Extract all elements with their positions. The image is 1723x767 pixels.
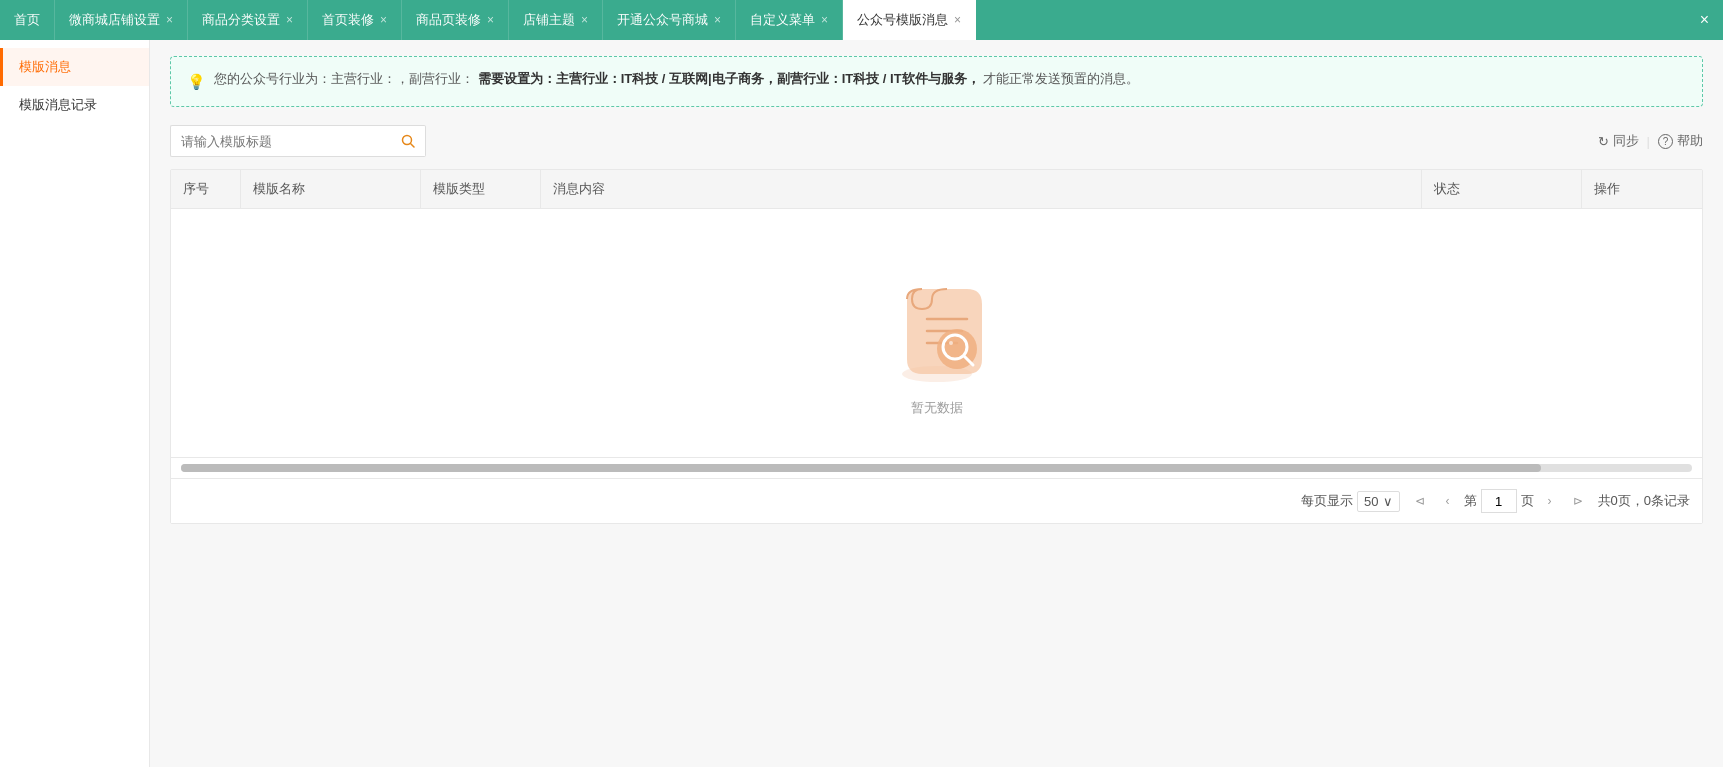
th-name: 模版名称 (241, 170, 421, 208)
tab-product-category[interactable]: 商品分类设置× (188, 0, 308, 40)
tab-open-mall[interactable]: 开通公众号商城× (603, 0, 736, 40)
notice-icon: 💡 (187, 70, 206, 94)
sidebar-item-template-msg[interactable]: 模版消息 (0, 48, 149, 86)
page-di-label: 第 (1464, 492, 1477, 510)
th-seq: 序号 (171, 170, 241, 208)
notice-box: 💡 您的公众号行业为：主营行业：，副营行业： 需要设置为：主营行业：IT科技 /… (170, 56, 1703, 107)
notice-highlight: 需要设置为：主营行业：IT科技 / 互联网|电子商务，副营行业：IT科技 / I… (478, 71, 980, 86)
sync-button[interactable]: ↻ 同步 (1598, 132, 1639, 150)
sidebar: 模版消息模版消息记录 (0, 40, 150, 767)
help-icon: ? (1658, 134, 1673, 149)
help-label: 帮助 (1677, 132, 1703, 150)
toolbar: ↻ 同步 | ? 帮助 (170, 125, 1703, 157)
toolbar-divider: | (1647, 134, 1650, 149)
svg-point-9 (949, 341, 953, 345)
page-unit-label: 页 (1521, 492, 1534, 510)
content-area: 💡 您的公众号行业为：主营行业：，副营行业： 需要设置为：主营行业：IT科技 /… (150, 40, 1723, 767)
tab-shop-theme[interactable]: 店铺主题× (509, 0, 603, 40)
svg-line-1 (410, 144, 414, 148)
last-page-button[interactable]: ⊳ (1566, 489, 1590, 513)
dropdown-arrow-icon: ∨ (1383, 494, 1393, 509)
scroll-thumb (181, 464, 1541, 472)
tab-close-product-category[interactable]: × (286, 13, 293, 27)
page-size-value: 50 (1364, 494, 1378, 509)
tab-close-custom-menu[interactable]: × (821, 13, 828, 27)
tab-home-decor[interactable]: 首页装修× (308, 0, 402, 40)
search-area (170, 125, 426, 157)
top-nav: 首页微商城店铺设置×商品分类设置×首页装修×商品页装修×店铺主题×开通公众号商城… (0, 0, 1723, 40)
search-icon (401, 134, 415, 148)
scroll-row[interactable] (171, 457, 1702, 478)
prev-page-button[interactable]: ‹ (1436, 489, 1460, 513)
tab-custom-menu[interactable]: 自定义菜单× (736, 0, 843, 40)
first-page-button[interactable]: ⊲ (1408, 489, 1432, 513)
th-status: 状态 (1422, 170, 1582, 208)
page-size-label: 每页显示 (1301, 492, 1353, 510)
scroll-track (181, 464, 1692, 472)
empty-illustration (872, 269, 1002, 399)
sync-label: 同步 (1613, 132, 1639, 150)
th-content: 消息内容 (541, 170, 1422, 208)
tab-close-template-msg[interactable]: × (954, 13, 961, 27)
tab-close-micro-shop[interactable]: × (166, 13, 173, 27)
current-page-input[interactable] (1481, 489, 1517, 513)
empty-state: 暂无数据 (171, 209, 1702, 457)
toolbar-right: ↻ 同步 | ? 帮助 (1598, 132, 1703, 150)
search-button[interactable] (390, 125, 426, 157)
table-header: 序号模版名称模版类型消息内容状态操作 (171, 170, 1702, 209)
table-container: 序号模版名称模版类型消息内容状态操作 (170, 169, 1703, 524)
search-input[interactable] (170, 125, 390, 157)
page-total: 共0页，0条记录 (1598, 492, 1690, 510)
sync-icon: ↻ (1598, 134, 1609, 149)
th-type: 模版类型 (421, 170, 541, 208)
page-size-select: 每页显示 50 ∨ (1301, 491, 1399, 512)
tab-close-open-mall[interactable]: × (714, 13, 721, 27)
tab-micro-shop[interactable]: 微商城店铺设置× (55, 0, 188, 40)
help-button[interactable]: ? 帮助 (1658, 132, 1703, 150)
tab-close-home-decor[interactable]: × (380, 13, 387, 27)
empty-text: 暂无数据 (911, 399, 963, 417)
tab-template-msg[interactable]: 公众号模版消息× (843, 0, 976, 40)
tab-home[interactable]: 首页 (0, 0, 55, 40)
pagination: 每页显示 50 ∨ ⊲ ‹ 第 页 › ⊳ 共0页，0条记录 (171, 478, 1702, 523)
page-size-dropdown[interactable]: 50 ∨ (1357, 491, 1399, 512)
global-close-button[interactable]: × (1686, 0, 1723, 40)
sidebar-item-template-log[interactable]: 模版消息记录 (0, 86, 149, 124)
page-nav: ⊲ ‹ 第 页 › ⊳ (1408, 489, 1590, 513)
tab-product-decor[interactable]: 商品页装修× (402, 0, 509, 40)
next-page-button[interactable]: › (1538, 489, 1562, 513)
tab-close-shop-theme[interactable]: × (581, 13, 588, 27)
notice-text: 您的公众号行业为：主营行业：，副营行业： 需要设置为：主营行业：IT科技 / 互… (214, 69, 1139, 90)
th-action: 操作 (1582, 170, 1702, 208)
main-layout: 模版消息模版消息记录 💡 您的公众号行业为：主营行业：，副营行业： 需要设置为：… (0, 40, 1723, 767)
tab-close-product-decor[interactable]: × (487, 13, 494, 27)
